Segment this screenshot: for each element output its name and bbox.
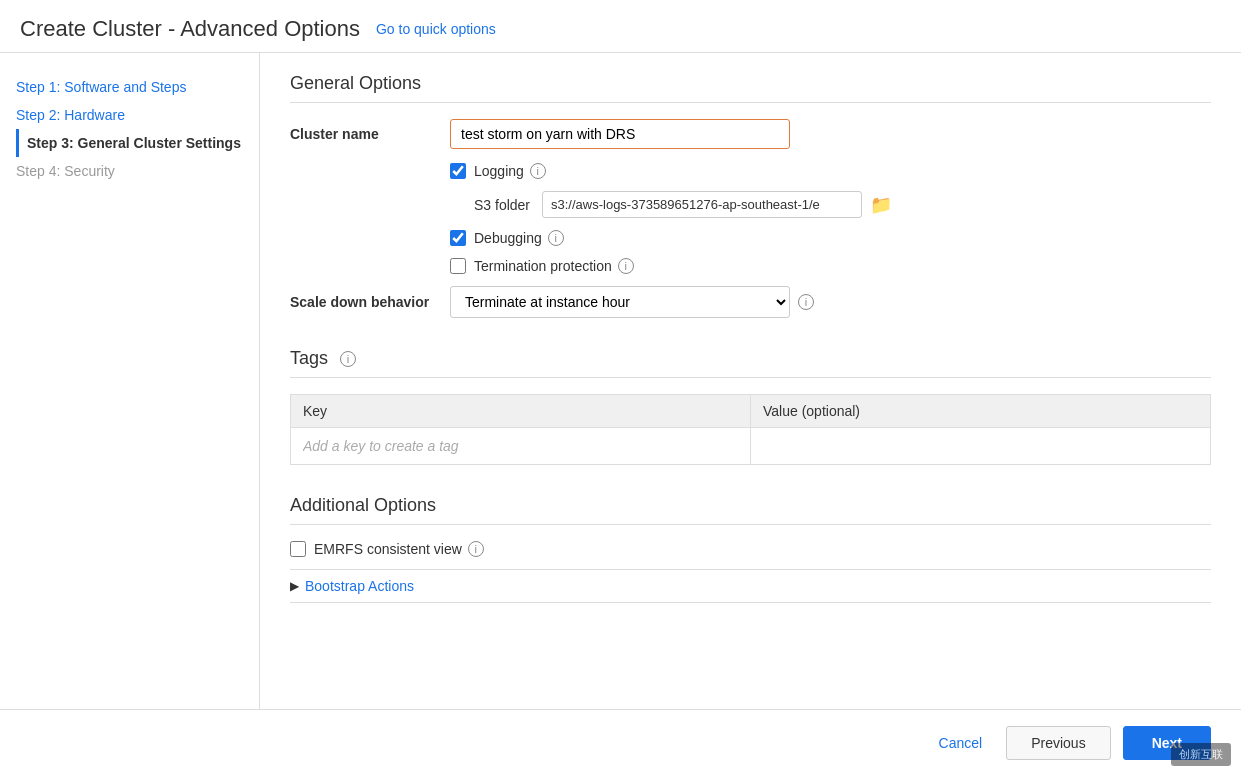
tag-key-input[interactable]: [299, 434, 742, 458]
termination-protection-label[interactable]: Termination protection: [474, 258, 612, 274]
general-options-section: General Options Cluster name Logging i S…: [290, 73, 1211, 318]
sidebar-item-step2[interactable]: Step 2: Hardware: [16, 101, 243, 129]
bootstrap-triangle-icon: ▶: [290, 579, 299, 593]
general-options-title: General Options: [290, 73, 1211, 103]
emrfs-row: EMRFS consistent view i: [290, 541, 1211, 557]
folder-icon[interactable]: 📁: [870, 194, 892, 216]
footer: Cancel Previous Next: [0, 709, 1241, 776]
emrfs-info-icon[interactable]: i: [468, 541, 484, 557]
tags-new-row: [291, 428, 1211, 465]
cluster-name-row: Cluster name: [290, 119, 1211, 149]
bootstrap-actions-label: Bootstrap Actions: [305, 578, 414, 594]
cluster-name-input[interactable]: [450, 119, 790, 149]
debugging-info-icon[interactable]: i: [548, 230, 564, 246]
tags-info-icon[interactable]: i: [340, 351, 356, 367]
termination-protection-row: Termination protection i: [290, 258, 1211, 274]
scale-down-label: Scale down behavior: [290, 294, 450, 310]
page-title: Create Cluster - Advanced Options: [20, 16, 360, 42]
tags-table: Key Value (optional): [290, 394, 1211, 465]
tags-header: Tags i: [290, 348, 1211, 378]
s3-folder-row: S3 folder 📁: [290, 191, 1211, 218]
s3-folder-label: S3 folder: [474, 197, 534, 213]
logging-label[interactable]: Logging: [474, 163, 524, 179]
tags-key-cell: [291, 428, 751, 465]
main-layout: Step 1: Software and Steps Step 2: Hardw…: [0, 53, 1241, 769]
previous-button[interactable]: Previous: [1006, 726, 1110, 760]
quick-options-link[interactable]: Go to quick options: [376, 21, 496, 37]
logging-info-icon[interactable]: i: [530, 163, 546, 179]
tags-value-header: Value (optional): [751, 395, 1211, 428]
cluster-name-label: Cluster name: [290, 126, 450, 142]
logging-checkbox[interactable]: [450, 163, 466, 179]
additional-options-section: Additional Options EMRFS consistent view…: [290, 495, 1211, 603]
watermark: 创新互联: [1171, 743, 1231, 766]
scale-down-select[interactable]: Terminate at instance hour Terminate at …: [450, 286, 790, 318]
scale-down-row: Scale down behavior Terminate at instanc…: [290, 286, 1211, 318]
content-area: General Options Cluster name Logging i S…: [260, 53, 1241, 769]
tags-section: Tags i Key Value (optional): [290, 348, 1211, 465]
tags-value-cell: [751, 428, 1211, 465]
sidebar-item-step3[interactable]: Step 3: General Cluster Settings: [16, 129, 243, 157]
cancel-button[interactable]: Cancel: [927, 727, 995, 759]
emrfs-checkbox[interactable]: [290, 541, 306, 557]
sidebar: Step 1: Software and Steps Step 2: Hardw…: [0, 53, 260, 769]
debugging-label[interactable]: Debugging: [474, 230, 542, 246]
tags-title: Tags: [290, 348, 328, 369]
tags-key-header: Key: [291, 395, 751, 428]
additional-options-title: Additional Options: [290, 495, 1211, 525]
bootstrap-actions-row[interactable]: ▶ Bootstrap Actions: [290, 569, 1211, 603]
emrfs-label[interactable]: EMRFS consistent view: [314, 541, 462, 557]
termination-protection-checkbox[interactable]: [450, 258, 466, 274]
tag-value-input[interactable]: [759, 434, 1202, 458]
sidebar-item-step1[interactable]: Step 1: Software and Steps: [16, 73, 243, 101]
debugging-row: Debugging i: [290, 230, 1211, 246]
logging-row: Logging i: [290, 163, 1211, 179]
sidebar-item-step4: Step 4: Security: [16, 157, 243, 185]
page-header: Create Cluster - Advanced Options Go to …: [0, 0, 1241, 53]
scale-down-info-icon[interactable]: i: [798, 294, 814, 310]
s3-folder-input[interactable]: [542, 191, 862, 218]
debugging-checkbox[interactable]: [450, 230, 466, 246]
termination-info-icon[interactable]: i: [618, 258, 634, 274]
